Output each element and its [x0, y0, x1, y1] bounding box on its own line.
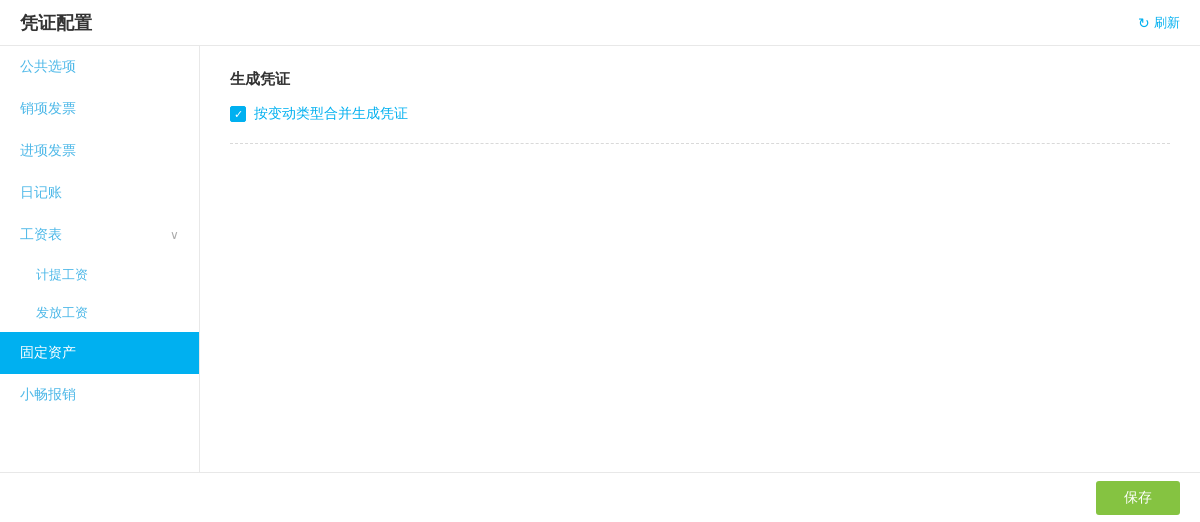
save-button[interactable]: 保存: [1096, 481, 1180, 515]
sidebar-item-public-options[interactable]: 公共选项: [0, 46, 199, 88]
sidebar: 公共选项 销项发票 进项发票 日记账 工资表 ∨ 计提工资 发放工资 固定资: [0, 46, 200, 472]
sidebar-item-journal[interactable]: 日记账: [0, 172, 199, 214]
checkmark-icon: ✓: [234, 109, 243, 120]
main-content: 生成凭证 ✓ 按变动类型合并生成凭证: [200, 46, 1200, 472]
refresh-icon: ↻: [1138, 15, 1150, 31]
merge-checkbox[interactable]: ✓: [230, 106, 246, 122]
refresh-button[interactable]: ↻ 刷新: [1138, 14, 1180, 32]
sidebar-item-sales-invoice[interactable]: 销项发票: [0, 88, 199, 130]
sidebar-item-payroll-table[interactable]: 工资表 ∨: [0, 214, 199, 256]
refresh-label: 刷新: [1154, 14, 1180, 32]
footer: 保存: [0, 472, 1200, 522]
chevron-down-icon: ∨: [170, 228, 179, 242]
checkbox-label: 按变动类型合并生成凭证: [254, 105, 408, 123]
section-divider: [230, 143, 1170, 144]
sidebar-item-fixed-assets[interactable]: 固定资产: [0, 332, 199, 374]
sidebar-item-purchase-invoice[interactable]: 进项发票: [0, 130, 199, 172]
checkbox-row: ✓ 按变动类型合并生成凭证: [230, 105, 1170, 123]
sidebar-item-expense[interactable]: 小畅报销: [0, 374, 199, 416]
sidebar-item-pay-salary[interactable]: 发放工资: [0, 294, 199, 332]
page-title: 凭证配置: [20, 11, 92, 35]
sidebar-item-accrual-salary[interactable]: 计提工资: [0, 256, 199, 294]
section-title: 生成凭证: [230, 70, 1170, 89]
